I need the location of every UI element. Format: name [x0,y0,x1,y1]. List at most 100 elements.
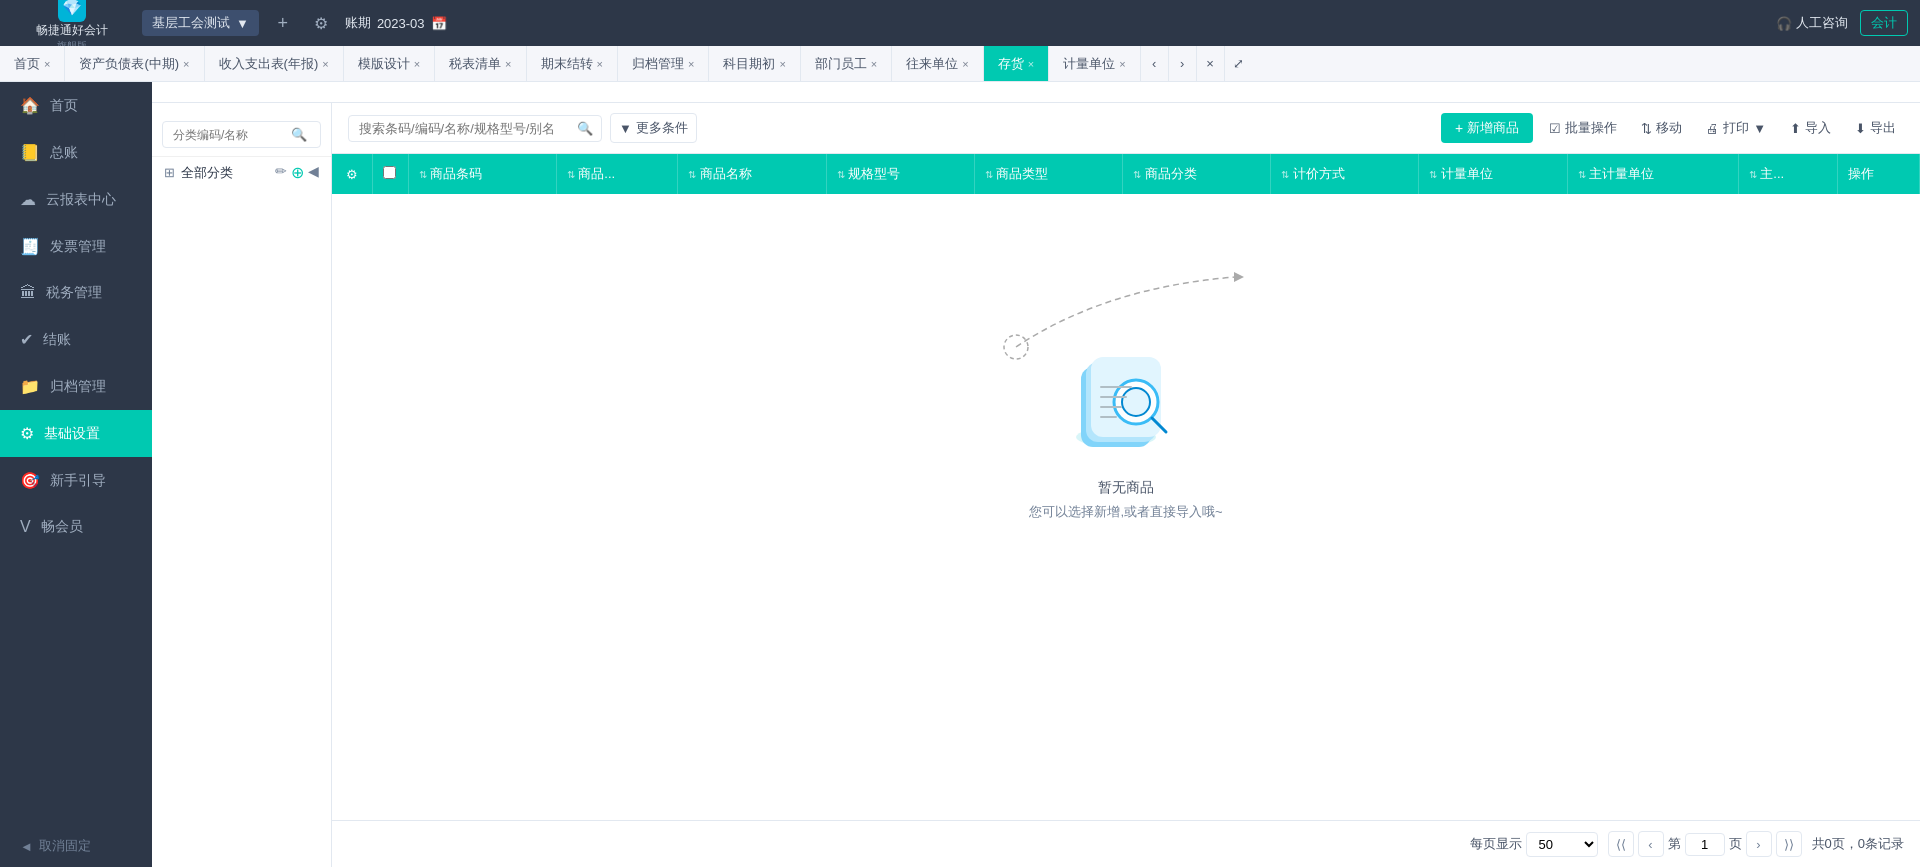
next-page-button[interactable]: › [1746,831,1772,857]
sidebar-item-ledger[interactable]: 📒 总账 [0,129,152,176]
collapse-panel-icon[interactable]: ◀ [308,163,319,182]
service-label: 人工咨询 [1796,14,1848,32]
col-type[interactable]: ⇅ 商品类型 [974,154,1122,194]
print-button[interactable]: 🖨 打印 ▼ [1698,114,1774,142]
col-barcode[interactable]: ⇅ 商品条码 [408,154,556,194]
col-label: 操作 [1848,166,1874,181]
col-price-method[interactable]: ⇅ 计价方式 [1271,154,1419,194]
col-unit[interactable]: ⇅ 计量单位 [1419,154,1567,194]
export-button[interactable]: ⬇ 导出 [1847,114,1904,142]
add-tab-button[interactable]: + [269,9,297,37]
product-search-icon[interactable]: 🔍 [569,116,601,141]
sidebar-item-invoice[interactable]: 🧾 发票管理 [0,223,152,270]
sidebar-item-guide[interactable]: 🎯 新手引导 [0,457,152,504]
tab-label: 科目期初 [723,55,775,73]
account-button[interactable]: 会计 [1860,10,1908,36]
category-search-input[interactable] [163,123,283,147]
sidebar-item-tax[interactable]: 🏛 税务管理 [0,270,152,316]
close-icon[interactable]: × [597,58,603,70]
tab-close-all-button[interactable]: × [1197,46,1225,82]
tab-next-button[interactable]: › [1169,46,1197,82]
col-code[interactable]: ⇅ 商品... [556,154,678,194]
guide-icon: 🎯 [20,471,40,490]
select-all-checkbox[interactable] [383,166,396,179]
tab-expand-button[interactable]: ⤢ [1225,46,1253,82]
close-icon[interactable]: × [962,58,968,70]
sort-icon: ⇅ [1133,169,1141,180]
close-icon[interactable]: × [322,58,328,70]
per-page-label: 每页显示 [1470,835,1522,853]
add-product-button[interactable]: + 新增商品 [1441,113,1533,143]
close-icon[interactable]: × [44,58,50,70]
category-all[interactable]: ⊞ 全部分类 ✏ ⊕ ◀ [152,157,331,188]
tab-balance-sheet[interactable]: 资产负债表(中期) × [65,46,204,81]
first-page-button[interactable]: ⟨⟨ [1608,831,1634,857]
tab-tax-list[interactable]: 税表清单 × [435,46,526,81]
col-label: 商品名称 [700,166,752,181]
page-size-selector[interactable]: 每页显示 20 50 100 [1470,832,1598,857]
tab-income-statement[interactable]: 收入支出表(年报) × [205,46,344,81]
last-page-button[interactable]: ⟩⟩ [1776,831,1802,857]
tab-period-close[interactable]: 期末结转 × [527,46,618,81]
close-icon[interactable]: × [505,58,511,70]
tab-archive[interactable]: 归档管理 × [618,46,709,81]
sidebar-label: 结账 [43,331,71,349]
close-icon[interactable]: × [688,58,694,70]
export-label: 导出 [1870,119,1896,137]
table-scroll[interactable]: ⚙ ⇅ 商品条码 ⇅ 商品... [332,154,1920,820]
col-checkbox[interactable] [372,154,408,194]
product-search-box[interactable]: 🔍 [348,115,602,142]
col-spec[interactable]: ⇅ 规格型号 [826,154,974,194]
page-size-select[interactable]: 20 50 100 [1526,832,1598,857]
settings-icon[interactable]: ⚙ [307,9,335,37]
col-extra[interactable]: ⇅ 主... [1738,154,1837,194]
close-icon[interactable]: × [414,58,420,70]
product-search-input[interactable] [349,116,569,141]
close-icon[interactable]: × [871,58,877,70]
tab-unit[interactable]: 计量单位 × [1049,46,1140,81]
tab-template-design[interactable]: 模版设计 × [344,46,435,81]
tab-label: 期末结转 [541,55,593,73]
batch-button[interactable]: ☑ 批量操作 [1541,114,1625,142]
close-icon[interactable]: × [779,58,785,70]
col-category[interactable]: ⇅ 商品分类 [1123,154,1271,194]
company-selector[interactable]: 基层工会测试 ▼ [142,10,259,36]
close-icon[interactable]: × [1119,58,1125,70]
pagination-bar: 每页显示 20 50 100 ⟨⟨ ‹ 第 页 › [332,820,1920,867]
sidebar-item-member[interactable]: V 畅会员 [0,504,152,550]
tab-homepage[interactable]: 首页 × [0,46,65,81]
sidebar-item-home[interactable]: 🏠 首页 [0,82,152,129]
close-icon[interactable]: × [1028,58,1034,70]
tab-contacts[interactable]: 往来单位 × [892,46,983,81]
close-icon[interactable]: × [183,58,189,70]
filter-button[interactable]: ▼ 更多条件 [610,113,697,143]
sidebar-item-report[interactable]: ☁ 云报表中心 [0,176,152,223]
right-content: 🔍 ▼ 更多条件 + 新增商品 ☑ 批量操作 [332,103,1920,867]
tab-subject-init[interactable]: 科目期初 × [709,46,800,81]
category-search-box[interactable]: 🔍 [162,121,321,148]
sidebar-item-settings[interactable]: ⚙ 基础设置 [0,410,152,457]
tab-label: 资产负债表(中期) [79,55,179,73]
add-category-icon[interactable]: ⊕ [291,163,304,182]
move-button[interactable]: ⇅ 移动 [1633,114,1690,142]
import-button[interactable]: ⬆ 导入 [1782,114,1839,142]
edit-icon[interactable]: ✏ [275,163,287,182]
col-main-unit[interactable]: ⇅ 主计量单位 [1567,154,1738,194]
tab-inventory[interactable]: 存货 × [984,46,1049,81]
col-settings[interactable]: ⚙ [332,154,372,194]
sidebar-item-archive[interactable]: 📁 归档管理 [0,363,152,410]
service-button[interactable]: 🎧 人工咨询 [1776,14,1848,32]
cloud-icon: ☁ [20,190,36,209]
sidebar: 🏠 首页 📒 总账 ☁ 云报表中心 🧾 发票管理 🏛 税务管理 ✔ 结账 📁 归… [0,82,152,867]
page-number-input[interactable] [1685,833,1725,856]
sidebar-item-close[interactable]: ✔ 结账 [0,316,152,363]
svg-point-7 [1122,388,1150,416]
tab-prev-button[interactable]: ‹ [1141,46,1169,82]
calendar-icon[interactable]: 📅 [431,16,447,31]
col-name[interactable]: ⇅ 商品名称 [678,154,826,194]
tab-department[interactable]: 部门员工 × [801,46,892,81]
category-search-icon[interactable]: 🔍 [283,122,315,147]
prev-page-button[interactable]: ‹ [1638,831,1664,857]
sort-icon: ⇅ [1578,169,1586,180]
sidebar-collapse[interactable]: ◄ 取消固定 [0,825,152,867]
